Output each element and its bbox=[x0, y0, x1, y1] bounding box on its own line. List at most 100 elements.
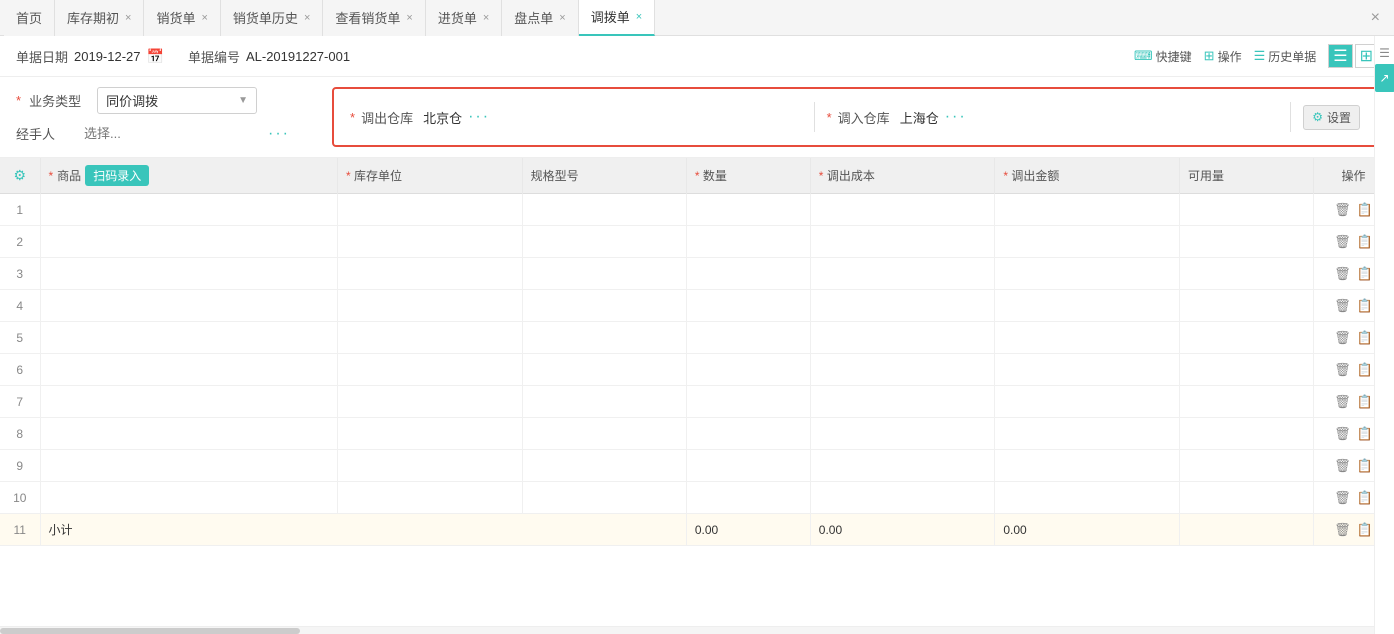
row-unit[interactable] bbox=[337, 258, 522, 290]
row-cost[interactable] bbox=[810, 290, 995, 322]
row-product[interactable] bbox=[40, 450, 337, 482]
row-unit[interactable] bbox=[337, 194, 522, 226]
row-qty[interactable] bbox=[686, 194, 810, 226]
row-cost[interactable] bbox=[810, 322, 995, 354]
row-product[interactable] bbox=[40, 226, 337, 258]
copy-icon[interactable]: 📋 bbox=[1357, 298, 1373, 314]
row-cost[interactable] bbox=[810, 226, 995, 258]
row-amount[interactable] bbox=[995, 450, 1180, 482]
row-cost[interactable] bbox=[810, 450, 995, 482]
row-spec[interactable] bbox=[522, 226, 686, 258]
row-cost[interactable] bbox=[810, 258, 995, 290]
row-spec[interactable] bbox=[522, 258, 686, 290]
row-amount[interactable] bbox=[995, 386, 1180, 418]
row-amount[interactable] bbox=[995, 418, 1180, 450]
tab-close-sales-order[interactable]: × bbox=[201, 12, 207, 24]
row-qty[interactable] bbox=[686, 226, 810, 258]
delete-icon[interactable]: 🗑 bbox=[1334, 522, 1351, 538]
delete-icon[interactable]: 🗑 bbox=[1334, 202, 1351, 218]
tab-close-purchase[interactable]: × bbox=[483, 12, 489, 24]
row-amount[interactable] bbox=[995, 354, 1180, 386]
copy-icon[interactable]: 📋 bbox=[1357, 426, 1373, 442]
row-spec[interactable] bbox=[522, 386, 686, 418]
shortcuts-button[interactable]: ⌨ 快捷键 bbox=[1134, 48, 1192, 65]
tab-inventory-check[interactable]: 盘点单 × bbox=[502, 0, 578, 36]
tab-sales-history[interactable]: 销货单历史 × bbox=[221, 0, 323, 36]
copy-icon[interactable]: 📋 bbox=[1357, 202, 1373, 218]
tab-close-sales-history[interactable]: × bbox=[304, 12, 310, 24]
row-product[interactable] bbox=[40, 386, 337, 418]
row-amount[interactable] bbox=[995, 258, 1180, 290]
row-product[interactable] bbox=[40, 290, 337, 322]
list-view-button[interactable]: ☰ bbox=[1328, 44, 1352, 68]
tab-inventory-init[interactable]: 库存期初 × bbox=[55, 0, 144, 36]
row-unit[interactable] bbox=[337, 482, 522, 514]
th-gear[interactable]: ⚙ bbox=[0, 158, 40, 194]
row-qty[interactable] bbox=[686, 450, 810, 482]
scan-button[interactable]: 扫码录入 bbox=[85, 165, 149, 186]
tab-home[interactable]: 首页 bbox=[4, 0, 55, 36]
in-warehouse-more-button[interactable]: ··· bbox=[945, 108, 1279, 126]
history-button[interactable]: ☰ 历史单据 bbox=[1254, 48, 1317, 65]
tab-purchase[interactable]: 进货单 × bbox=[426, 0, 502, 36]
out-warehouse-more-button[interactable]: ··· bbox=[468, 108, 802, 126]
row-cost[interactable] bbox=[810, 354, 995, 386]
row-amount[interactable] bbox=[995, 194, 1180, 226]
row-amount[interactable] bbox=[995, 322, 1180, 354]
row-amount[interactable] bbox=[995, 290, 1180, 322]
row-unit[interactable] bbox=[337, 450, 522, 482]
sidebar-list-icon[interactable]: ☰ bbox=[1376, 44, 1394, 62]
tab-close-inventory-init[interactable]: × bbox=[125, 12, 131, 24]
delete-icon[interactable]: 🗑 bbox=[1334, 298, 1351, 314]
row-amount[interactable] bbox=[995, 482, 1180, 514]
row-unit[interactable] bbox=[337, 226, 522, 258]
row-qty[interactable] bbox=[686, 322, 810, 354]
delete-icon[interactable]: 🗑 bbox=[1334, 234, 1351, 250]
delete-icon[interactable]: 🗑 bbox=[1334, 362, 1351, 378]
row-product[interactable] bbox=[40, 194, 337, 226]
close-all-button[interactable]: × bbox=[1361, 9, 1390, 27]
row-product[interactable] bbox=[40, 482, 337, 514]
delete-icon[interactable]: 🗑 bbox=[1334, 426, 1351, 442]
tab-sales-order[interactable]: 销货单 × bbox=[144, 0, 220, 36]
row-spec[interactable] bbox=[522, 450, 686, 482]
row-product[interactable] bbox=[40, 258, 337, 290]
scrollbar-thumb[interactable] bbox=[0, 628, 300, 634]
copy-icon[interactable]: 📋 bbox=[1357, 266, 1373, 282]
delete-icon[interactable]: 🗑 bbox=[1334, 266, 1351, 282]
row-unit[interactable] bbox=[337, 290, 522, 322]
delete-icon[interactable]: 🗑 bbox=[1334, 394, 1351, 410]
row-product[interactable] bbox=[40, 322, 337, 354]
row-qty[interactable] bbox=[686, 290, 810, 322]
row-spec[interactable] bbox=[522, 290, 686, 322]
row-cost[interactable] bbox=[810, 194, 995, 226]
row-qty[interactable] bbox=[686, 418, 810, 450]
handler-more-button[interactable]: ··· bbox=[268, 125, 290, 143]
row-spec[interactable] bbox=[522, 322, 686, 354]
copy-icon[interactable]: 📋 bbox=[1357, 330, 1373, 346]
row-qty[interactable] bbox=[686, 386, 810, 418]
row-unit[interactable] bbox=[337, 354, 522, 386]
copy-icon[interactable]: 📋 bbox=[1357, 458, 1373, 474]
horizontal-scrollbar[interactable] bbox=[0, 626, 1394, 634]
tab-transfer[interactable]: 调拨单 × bbox=[579, 0, 655, 36]
delete-icon[interactable]: 🗑 bbox=[1334, 330, 1351, 346]
tab-close-view-sales[interactable]: × bbox=[406, 12, 412, 24]
copy-icon[interactable]: 📋 bbox=[1357, 490, 1373, 506]
row-amount[interactable] bbox=[995, 226, 1180, 258]
row-cost[interactable] bbox=[810, 482, 995, 514]
row-product[interactable] bbox=[40, 354, 337, 386]
row-unit[interactable] bbox=[337, 418, 522, 450]
row-spec[interactable] bbox=[522, 194, 686, 226]
row-unit[interactable] bbox=[337, 322, 522, 354]
row-spec[interactable] bbox=[522, 354, 686, 386]
tab-view-sales[interactable]: 查看销货单 × bbox=[323, 0, 425, 36]
row-qty[interactable] bbox=[686, 354, 810, 386]
row-qty[interactable] bbox=[686, 482, 810, 514]
settings-button[interactable]: ⚙ 设置 bbox=[1303, 105, 1360, 130]
row-unit[interactable] bbox=[337, 386, 522, 418]
row-qty[interactable] bbox=[686, 258, 810, 290]
sidebar-expand-icon[interactable]: ↗ bbox=[1375, 64, 1394, 92]
calendar-icon[interactable]: 📅 bbox=[147, 48, 164, 65]
tab-close-inventory-check[interactable]: × bbox=[559, 12, 565, 24]
